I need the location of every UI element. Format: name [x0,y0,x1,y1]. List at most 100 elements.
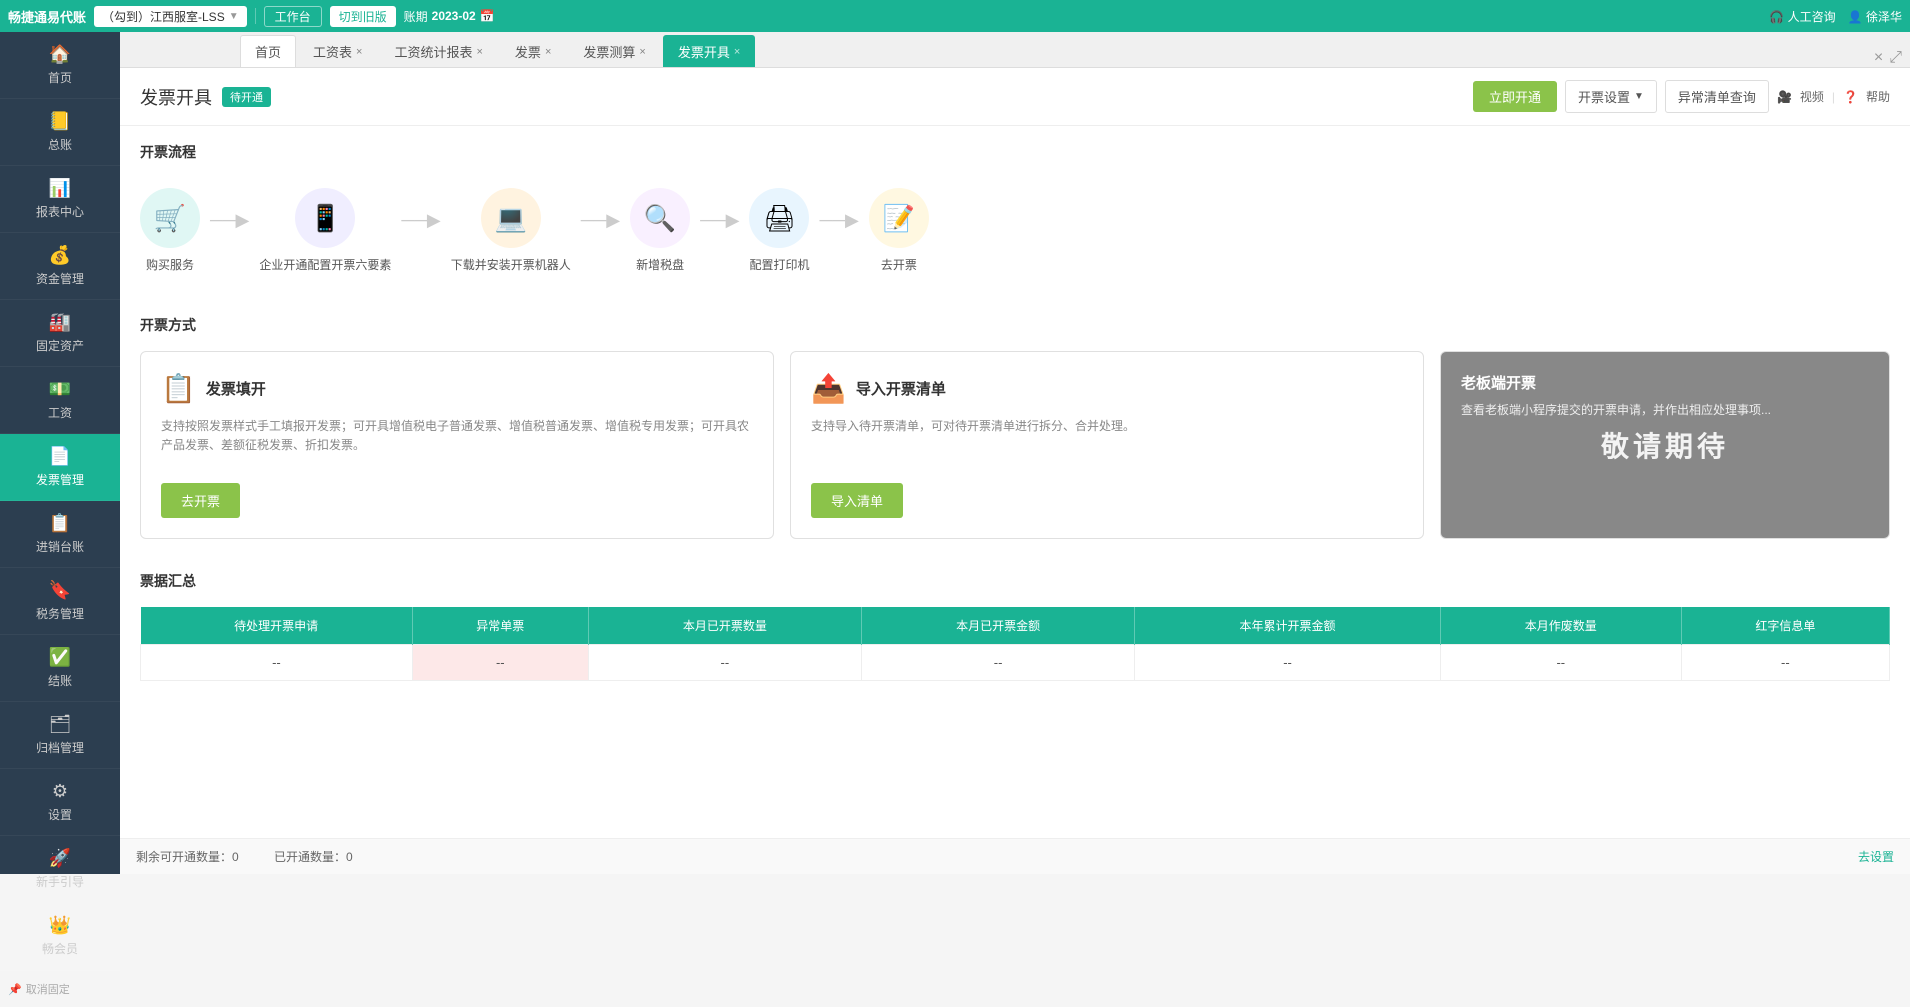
tab-invoice-calc[interactable]: 发票测算 × [568,35,660,67]
sidebar-item-label: 税务管理 [36,605,84,622]
tab-close-icon[interactable]: × [545,46,551,58]
summary-section: 票据汇总 待处理开票申请 异常单票 本月已开票数量 本月已开票金额 本年累计开票… [120,555,1910,697]
sidebar-item-label: 固定资产 [36,337,84,354]
tag-icon: 🔖 [49,580,71,601]
method-card-import: 📤 导入开票清单 支持导入待开票清单，可对待开票清单进行拆分、合并处理。 导入清… [790,351,1424,539]
cell-red-note[interactable]: -- [1681,645,1889,681]
summary-table: 待处理开票申请 异常单票 本月已开票数量 本月已开票金额 本年累计开票金额 本月… [140,607,1890,681]
flow-steps: 🛒 购买服务 ──▶ 📱 企业开通配置开票六要素 ──▶ 💻 下载并安装开票机器… [140,178,1890,283]
taxpad-icon: 🔍 [630,188,690,248]
method-card-fill: 📋 发票填开 支持按照发票样式手工填报开发票；可开具增值税电子普通发票、增值税普… [140,351,774,539]
sidebar-item-purchase-sales[interactable]: 📋 进销台账 [0,501,120,568]
tab-payroll[interactable]: 工资表 × [298,35,377,67]
sidebar-item-label: 设置 [48,806,72,823]
cell-void-count[interactable]: -- [1440,645,1681,681]
headset-icon: 🎧 [1769,10,1784,24]
help-icon[interactable]: ❓ [1843,90,1858,104]
methods-section-title: 开票方式 [140,315,1890,335]
sidebar-item-settlement[interactable]: ✅ 结账 [0,635,120,702]
tab-invoice-issue[interactable]: 发票开具 × [663,35,755,67]
chart-icon: 📊 [49,178,71,199]
flow-step-download[interactable]: 💻 下载并安装开票机器人 [451,188,571,273]
summary-row: -- -- -- -- -- -- -- [141,645,1890,681]
flow-step-label: 企业开通配置开票六要素 [259,256,391,273]
company-selector[interactable]: （勾到）江西服室-LSS ▼ [94,6,247,27]
tab-close-icon[interactable]: × [356,46,362,58]
bottom-bar: 剩余可开通数量：0 已开通数量：0 去设置 [120,838,1910,874]
coming-soon-text: 敬请期待 [1601,425,1729,465]
open-settings-label: 开票设置 [1578,87,1630,106]
fill-invoice-icon: 📋 [161,372,196,405]
import-list-button[interactable]: 导入清单 [811,483,903,518]
old-terminal-overlay: 敬请期待 [1441,352,1889,538]
sidebar-item-general-ledger[interactable]: 📒 总账 [0,99,120,166]
sidebar-item-reports[interactable]: 📊 报表中心 [0,166,120,233]
sidebar-item-payroll[interactable]: 💵 工资 [0,367,120,434]
configure-icon: 📱 [295,188,355,248]
sidebar-item-invoice[interactable]: 📄 发票管理 [0,434,120,501]
method-card-old-terminal: 老板端开票 查看老板端小程序提交的开票申请，并作出相应处理事项... 敬请期待 [1440,351,1890,539]
go-issue-button[interactable]: 去开票 [161,483,240,518]
tab-invoice[interactable]: 发票 × [500,35,566,67]
flow-step-printer[interactable]: 🖨 配置打印机 [749,188,809,273]
sidebar-unpin[interactable]: 📌 取消固定 [0,970,120,1007]
top-bar: 畅捷通易代账 （勾到）江西服室-LSS ▼ 工作台 切到旧版 账期 2023-0… [0,0,1910,32]
sidebar-item-settings[interactable]: ⚙ 设置 [0,769,120,836]
sidebar-item-label: 进销台账 [36,538,84,555]
cell-pending[interactable]: -- [141,645,413,681]
col-header-month-count: 本月已开票数量 [588,607,861,645]
restore-window-icon[interactable]: ⤢ [1889,49,1902,67]
sidebar-item-guide[interactable]: 🚀 新手引导 [0,836,120,903]
close-window-icon[interactable]: × [1874,49,1883,67]
user-avatar[interactable]: 👤 徐泽华 [1848,8,1902,25]
sidebar-item-label: 总账 [48,136,72,153]
switch-old-version-button[interactable]: 切到旧版 [330,6,396,27]
avatar-icon: 👤 [1848,10,1863,24]
sidebar-item-funds[interactable]: 💰 资金管理 [0,233,120,300]
archive-icon: 🗂 [49,714,72,735]
tab-label: 工资表 [313,42,352,61]
pin-icon: 📌 [8,983,22,996]
tab-payroll-report[interactable]: 工资统计报表 × [379,35,497,67]
download-icon: 💻 [481,188,541,248]
tab-close-icon[interactable]: × [639,46,645,58]
flow-step-configure[interactable]: 📱 企业开通配置开票六要素 [259,188,391,273]
sidebar-item-archive[interactable]: 🗂 归档管理 [0,702,120,769]
cell-month-count[interactable]: -- [588,645,861,681]
flow-step-taxpad[interactable]: 🔍 新增税盘 [630,188,690,273]
tab-close-icon[interactable]: × [734,46,740,58]
sidebar-item-label: 畅会员 [42,940,78,957]
sidebar-item-home[interactable]: 🏠 首页 [0,32,120,99]
flow-arrow-4: ──▶ [690,210,749,231]
buy-service-icon: 🛒 [140,188,200,248]
flow-arrow-2: ──▶ [391,210,450,231]
flow-arrow-1: ──▶ [200,210,259,231]
flow-step-buy[interactable]: 🛒 购买服务 [140,188,200,273]
flow-section: 开票流程 🛒 购买服务 ──▶ 📱 企业开通配置开票六要素 ──▶ 💻 下载 [120,126,1910,299]
flow-step-issue[interactable]: 📝 去开票 [869,188,929,273]
video-icon[interactable]: 🎥 [1777,90,1792,104]
cell-year-amount[interactable]: -- [1135,645,1441,681]
calendar-icon[interactable]: 📅 [480,9,495,23]
tab-label: 工资统计报表 [394,42,472,61]
cell-exception[interactable]: -- [412,645,588,681]
tab-home[interactable]: 首页 [240,35,296,67]
col-header-red-note: 红字信息单 [1681,607,1889,645]
open-settings-button[interactable]: 开票设置 ▼ [1565,80,1657,113]
main-layout: 🏠 首页 📒 总账 📊 报表中心 💰 资金管理 🏭 固定资产 💵 工资 📄 发票… [0,32,1910,874]
tab-close-icon[interactable]: × [476,46,482,58]
tab-label: 发票测算 [583,42,635,61]
top-bar-left: 畅捷通易代账 （勾到）江西服室-LSS ▼ 工作台 切到旧版 账期 2023-0… [8,6,495,27]
exception-query-button[interactable]: 异常清单查询 [1665,80,1769,113]
open-now-button[interactable]: 立即开通 [1473,81,1557,112]
sidebar-item-assets[interactable]: 🏭 固定资产 [0,300,120,367]
chevron-down-icon: ▼ [229,11,239,22]
go-settings-link[interactable]: 去设置 [1858,848,1894,865]
sidebar-item-label: 发票管理 [36,471,84,488]
sidebar-item-vip[interactable]: 👑 畅会员 [0,903,120,970]
sidebar-item-tax[interactable]: 🔖 税务管理 [0,568,120,635]
flow-step-label: 去开票 [881,256,917,273]
workstation-button[interactable]: 工作台 [264,6,322,27]
cell-month-amount[interactable]: -- [861,645,1134,681]
customer-service[interactable]: 🎧 人工咨询 [1769,8,1835,25]
